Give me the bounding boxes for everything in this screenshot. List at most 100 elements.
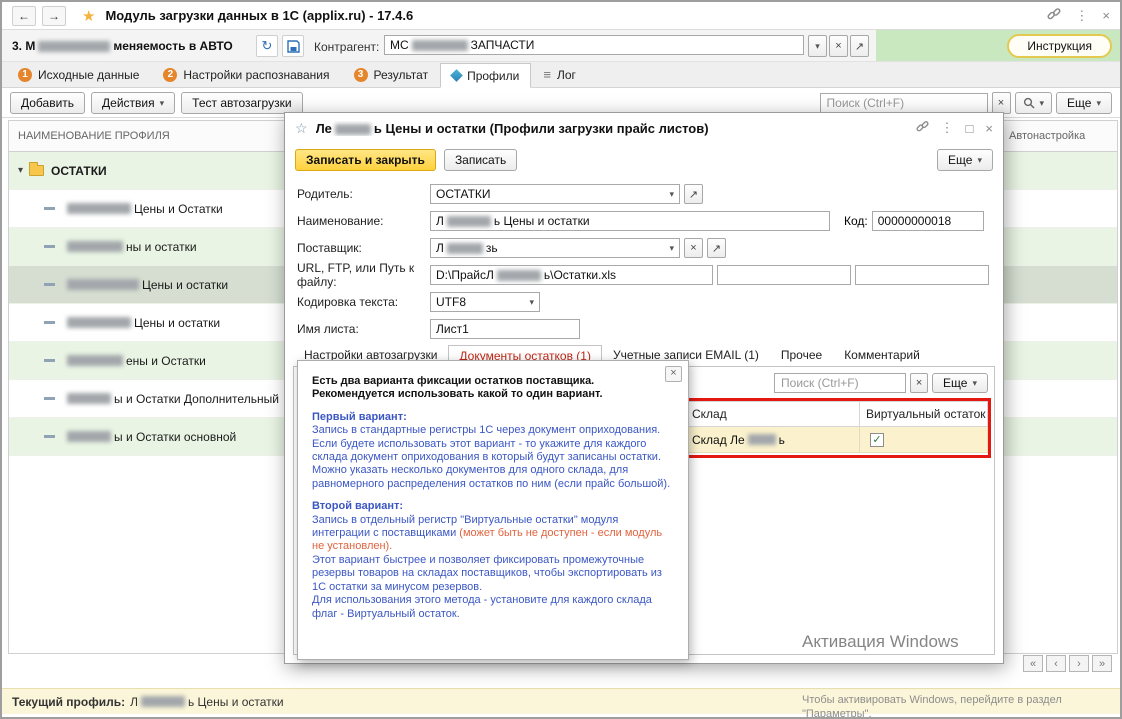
item-dash-icon: [44, 435, 55, 438]
tab-recognition-settings[interactable]: 2 Настройки распознавания: [151, 62, 341, 87]
url-field-3[interactable]: [855, 265, 989, 285]
nav-last-button[interactable]: »: [1092, 655, 1112, 672]
item-dash-icon: [44, 397, 55, 400]
expander-icon[interactable]: ▾: [18, 165, 23, 176]
supplier-open-button[interactable]: ↗: [707, 238, 726, 258]
encoding-field[interactable]: UTF8 ▾: [430, 292, 540, 312]
test-autoload-button[interactable]: Тест автозагрузки: [181, 92, 303, 114]
link-icon[interactable]: [1047, 7, 1061, 24]
tab-comment[interactable]: Комментарий: [833, 344, 931, 366]
code-value: 00000000018: [877, 214, 952, 228]
tab-other[interactable]: Прочее: [770, 344, 833, 366]
url-field-2[interactable]: [717, 265, 851, 285]
chevron-down-icon: ▾: [815, 40, 820, 51]
panel-more-button[interactable]: Еще ▾: [932, 373, 988, 393]
favorite-star-icon[interactable]: ★: [82, 7, 95, 25]
counterparty-open-button[interactable]: ↗: [850, 35, 869, 57]
counterparty-dropdown-button[interactable]: ▾: [808, 35, 827, 57]
actions-button[interactable]: Действия ▾: [91, 92, 176, 114]
forward-button[interactable]: →: [42, 5, 66, 26]
nav-first-button[interactable]: «: [1023, 655, 1043, 672]
counterparty-clear-button[interactable]: ×: [829, 35, 848, 57]
instruction-button[interactable]: Инструкция: [1007, 34, 1112, 58]
supplier-value-prefix: Л: [436, 241, 444, 255]
back-button[interactable]: ←: [12, 5, 36, 26]
url-field[interactable]: D:\ПрайсЛ ь\Остатки.xls: [430, 265, 713, 285]
clear-icon: ×: [997, 97, 1005, 109]
open-icon: ↗: [711, 242, 722, 255]
dialog-titlebar[interactable]: ☆ Ле ь Цены и остатки (Профили загрузки п…: [285, 113, 1003, 143]
redacted-text: [67, 203, 131, 214]
dialog-link-icon[interactable]: [916, 120, 929, 136]
tab-source-data[interactable]: 1 Исходные данные: [6, 62, 151, 87]
counterparty-field[interactable]: МС ЗАПЧАСТИ: [384, 35, 804, 55]
virtual-stock-cell: ✓: [859, 427, 987, 452]
nav-next-button[interactable]: ›: [1069, 655, 1089, 672]
dialog-menu-icon[interactable]: ⋮: [941, 120, 954, 136]
chevron-down-icon[interactable]: ▾: [669, 243, 674, 254]
parent-field[interactable]: ОСТАТКИ ▾: [430, 184, 680, 204]
parent-open-button[interactable]: ↗: [684, 184, 703, 204]
nav-prev-button[interactable]: ‹: [1046, 655, 1066, 672]
supplier-label: Поставщик:: [297, 241, 362, 255]
add-button[interactable]: Добавить: [10, 92, 86, 114]
more-button[interactable]: Еще ▾: [1056, 92, 1112, 114]
item-dash-icon: [44, 321, 55, 324]
save-close-label: Записать и закрыть: [306, 153, 425, 167]
tab-profiles[interactable]: Профили: [440, 63, 532, 88]
search-input[interactable]: [819, 93, 988, 113]
tab-label: Лог: [556, 67, 576, 82]
counterparty-value-prefix: МС: [390, 38, 409, 52]
redacted-text: [446, 242, 483, 254]
parent-value: ОСТАТКИ: [436, 187, 491, 201]
tab-result[interactable]: 3 Результат: [342, 62, 441, 87]
open-icon: ↗: [688, 188, 699, 201]
save-doc-button[interactable]: [282, 35, 304, 57]
chevron-down-icon[interactable]: ▾: [669, 189, 674, 200]
save-close-button[interactable]: Записать и закрыть: [295, 149, 436, 171]
dialog-close-button[interactable]: ×: [985, 121, 993, 136]
save-button[interactable]: Записать: [443, 149, 518, 171]
url-label: URL, FTP, или Путь к файлу:: [297, 261, 415, 289]
dialog-more-button[interactable]: Еще ▾: [937, 149, 993, 171]
search-clear-button[interactable]: ×: [991, 92, 1011, 114]
tab-label: Исходные данные: [38, 67, 140, 82]
hint-close-button[interactable]: ×: [665, 366, 682, 382]
dialog-title-suffix: ь Цены и остатки (Профили загрузки прайс…: [373, 120, 709, 136]
status-value-prefix: Л: [130, 694, 138, 709]
column-header-autosetup[interactable]: Автонастройка: [1000, 120, 1118, 151]
save-label: Записать: [454, 153, 507, 167]
add-button-label: Добавить: [21, 96, 75, 110]
tab-log[interactable]: ≡ Лог: [531, 62, 588, 87]
panel-search-input[interactable]: [774, 373, 907, 393]
refresh-button[interactable]: ↻: [256, 35, 278, 57]
chevron-down-icon: ▾: [972, 377, 977, 388]
redacted-text: [67, 241, 123, 252]
panel-search-clear-button[interactable]: ×: [910, 373, 929, 393]
sheet-field[interactable]: Лист1: [430, 319, 580, 339]
item-dash-icon: [44, 359, 55, 362]
supplier-value-suffix: зь: [485, 241, 498, 255]
hint-second-title: Второй вариант:: [312, 500, 404, 513]
redacted-text: [67, 279, 139, 290]
profile-row-label: ы и Остатки основной: [114, 429, 237, 444]
code-field[interactable]: 00000000018: [871, 211, 984, 231]
chevron-down-icon[interactable]: ▾: [529, 297, 534, 308]
log-list-icon: ≡: [543, 67, 551, 82]
dialog-maximize-button[interactable]: □: [966, 121, 974, 136]
status-bar: Текущий профиль: Ль Цены и остатки: [2, 688, 1120, 714]
virtual-stock-checkbox[interactable]: ✓: [870, 432, 884, 447]
supplier-field[interactable]: Лзь ▾: [430, 238, 680, 258]
window-menu-icon[interactable]: ⋮: [1075, 8, 1088, 24]
dialog-star-icon[interactable]: ☆: [295, 120, 308, 137]
column-header-warehouse[interactable]: Склад: [685, 402, 859, 426]
encoding-label: Кодировка текста:: [297, 295, 399, 309]
redacted-text: [38, 41, 111, 53]
search-options-button[interactable]: ▾: [1014, 92, 1053, 114]
window-close-button[interactable]: ×: [1102, 8, 1110, 23]
name-field[interactable]: Ль Цены и остатки: [430, 211, 830, 231]
supplier-clear-button[interactable]: ×: [684, 238, 703, 258]
redacted-text: [411, 39, 468, 51]
column-header-virtual-stock[interactable]: Виртуальный остаток: [859, 402, 987, 426]
warehouse-cell[interactable]: Склад Ле ь: [685, 427, 859, 452]
